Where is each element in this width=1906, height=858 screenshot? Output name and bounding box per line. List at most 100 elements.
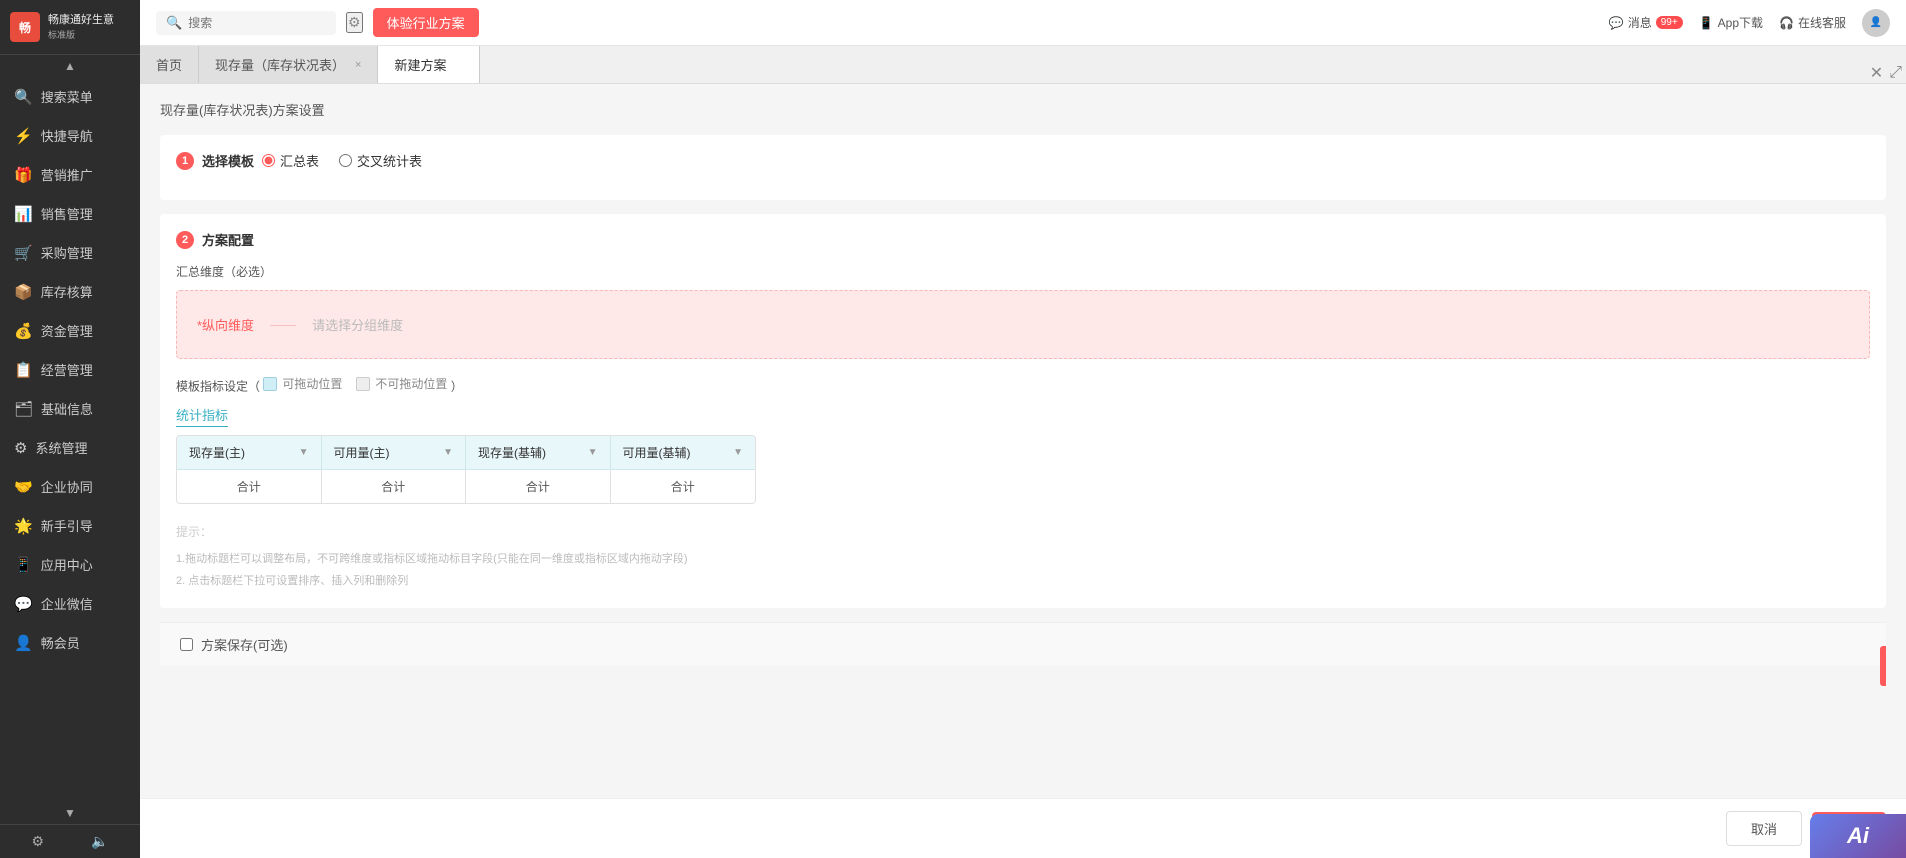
indicator-settings: 模板指标设定（ 可拖动位置 不可拖动位置 ） 统计指标 [176, 375, 1870, 592]
stats-cell-3: 合计 [611, 470, 756, 503]
sidebar-item-11[interactable]: 🌟 新手引导 [0, 506, 140, 545]
sidebar-item-13[interactable]: 💬企业微信 [0, 584, 140, 623]
sidebar-label-10: 企业协同 [41, 477, 93, 496]
sidebar-item-5[interactable]: 📦库存核算 [0, 272, 140, 311]
sidebar-item-7[interactable]: 📋经营管理 [0, 350, 140, 389]
tab-new-plan-close[interactable]: × [456, 59, 462, 71]
logo-name: 畅康通好生意 [48, 13, 114, 28]
chevron-down-icon-0[interactable]: ▼ [299, 447, 309, 458]
sidebar-label-1: 快捷导航 [41, 126, 93, 145]
chevron-down-icon-2[interactable]: ▼ [588, 447, 598, 458]
cancel-button[interactable]: 取消 [1726, 811, 1802, 846]
chevron-down-icon-1[interactable]: ▼ [443, 447, 453, 458]
stats-cell-1: 合计 [322, 470, 467, 503]
sidebar-item-6[interactable]: 💰资金管理 [0, 311, 140, 350]
chevron-down-icon-3[interactable]: ▼ [733, 447, 743, 458]
stats-col-2[interactable]: 现存量(基辅) ▼ [466, 436, 611, 469]
sidebar-icon-14: 👤 [14, 634, 33, 652]
ai-badge[interactable]: Ai [1810, 814, 1906, 858]
tab-home-label: 首页 [156, 55, 182, 74]
stats-col-1[interactable]: 可用量(主)▼ [322, 436, 467, 469]
sidebar-icon-11: 🌟 [14, 517, 33, 535]
tab-inventory[interactable]: 现存量（库存状况表） × [199, 46, 378, 83]
resize-handle[interactable] [1880, 646, 1886, 686]
main-area: 🔍 ⚙ 体验行业方案 💬 消息 99+ 📱 App下载 🎧 在线客服 👤 首页 [140, 0, 1906, 858]
dim-placeholder[interactable]: 请选择分组维度 [312, 315, 403, 334]
sidebar-icon-7: 📋 [14, 361, 33, 379]
sidebar-item-2[interactable]: 🎁营销推广 [0, 155, 140, 194]
sidebar-item-0[interactable]: 🔍搜索菜单 [0, 77, 140, 116]
radio-cross-input[interactable] [339, 154, 352, 167]
sidebar-item-9[interactable]: ⚙系统管理 [0, 428, 140, 467]
logo-edition: 标准版 [48, 28, 114, 41]
draggable-label: 可拖动位置 [282, 375, 342, 392]
tip-item-2: 2. 点击标题栏下拉可设置排序、插入列和删除列 [176, 570, 1870, 592]
sidebar-icon-2: 🎁 [14, 166, 33, 184]
ai-label: Ai [1847, 823, 1869, 849]
radio-summary[interactable]: 汇总表 [262, 151, 319, 170]
stats-col-3[interactable]: 可用量(基辅)▼ [611, 436, 756, 469]
window-expand-btn[interactable]: ⤢ [1889, 64, 1902, 82]
app-download-item[interactable]: 📱 App下载 [1699, 14, 1763, 31]
sidebar-icon-12: 📱 [14, 556, 33, 574]
stats-label: 统计指标 [176, 405, 228, 427]
online-service-label: 在线客服 [1798, 14, 1846, 31]
messages-item[interactable]: 💬 消息 99+ [1609, 14, 1683, 31]
sidebar-icon-4: 🛒 [14, 244, 33, 262]
stats-col-label-0: 现存量(主) [189, 444, 245, 461]
user-avatar[interactable]: 👤 [1862, 9, 1890, 37]
sidebar-icon-6: 💰 [14, 322, 33, 340]
search-bar[interactable]: 🔍 [156, 11, 336, 35]
sidebar-scroll-up[interactable]: ▲ [0, 55, 140, 77]
tab-inventory-close[interactable]: × [355, 59, 361, 71]
stats-col-0[interactable]: 现存量(主) ▼ [177, 436, 322, 469]
online-service-item[interactable]: 🎧 在线客服 [1779, 14, 1846, 31]
speaker-icon[interactable]: 🔈 [91, 833, 108, 850]
radio-summary-input[interactable] [262, 154, 275, 167]
dim-line: —— [270, 317, 296, 332]
step2-section: 2 方案配置 汇总维度（必选） *纵向维度 —— 请选择分组维度 模板指标设定（ [160, 214, 1886, 608]
dimension-box[interactable]: *纵向维度 —— 请选择分组维度 [176, 290, 1870, 359]
radio-summary-label: 汇总表 [280, 151, 319, 170]
window-close-btn[interactable]: ✕ [1870, 63, 1883, 83]
sidebar-item-8[interactable]: 🗂基础信息 [0, 389, 140, 428]
tab-new-plan[interactable]: 新建方案 × [378, 46, 479, 83]
stats-table: 现存量(主)▼可用量(主)▼现存量(基辅)▼可用量(基辅)▼ 合计合计合计合计 [176, 435, 756, 504]
sidebar-item-14[interactable]: 👤 畅会员 [0, 623, 140, 662]
content-area: 现存量(库存状况表)方案设置 1 选择模板 汇总表 交叉统计表 [140, 84, 1906, 798]
gear-icon[interactable]: ⚙ [346, 12, 363, 33]
sidebar-item-10[interactable]: 🤝企业协同 [0, 467, 140, 506]
app-download-label: App下载 [1718, 14, 1763, 31]
sidebar-scroll-area: 🔍搜索菜单 ⚡ 快捷导航 🎁营销推广📊销售管理🛒采购管理📦库存核算💰资金管理📋经营管理… [0, 77, 140, 802]
sidebar-label-13: 企业微信 [41, 594, 93, 613]
sidebar-label-14: 畅会员 [41, 633, 80, 652]
sidebar-scroll-down[interactable]: ▼ [0, 802, 140, 824]
sidebar-label-11: 新手引导 [41, 516, 93, 535]
radio-cross[interactable]: 交叉统计表 [339, 151, 422, 170]
messages-badge: 99+ [1656, 16, 1683, 29]
sidebar-icon-1: ⚡ [14, 127, 33, 145]
sidebar-item-12[interactable]: 📱应用中心 [0, 545, 140, 584]
tips-title: 提示： [176, 520, 1870, 544]
non-draggable-label: 不可拖动位置 [375, 375, 447, 392]
dim-label: *纵向维度 [197, 315, 254, 334]
stats-section: 统计指标 现存量(主)▼可用量(主)▼现存量(基辅)▼可用量(基辅)▼ 合计合计… [176, 405, 1870, 504]
draggable-box-icon [263, 377, 277, 391]
industry-btn[interactable]: 体验行业方案 [373, 8, 479, 37]
sidebar-item-4[interactable]: 🛒采购管理 [0, 233, 140, 272]
sidebar-label-8: 基础信息 [41, 399, 93, 418]
footer: 取消 查询 [140, 798, 1906, 858]
tab-home[interactable]: 首页 [140, 46, 199, 83]
step2-title: 方案配置 [202, 230, 254, 249]
sidebar-logo: 畅 畅康通好生意 标准版 [0, 0, 140, 55]
non-draggable-box-icon [356, 377, 370, 391]
stats-col-label-2: 现存量(基辅) [478, 444, 546, 461]
step1-section: 1 选择模板 汇总表 交叉统计表 [160, 135, 1886, 200]
sidebar-item-3[interactable]: 📊销售管理 [0, 194, 140, 233]
settings-icon[interactable]: ⚙ [32, 833, 45, 850]
sidebar-label-3: 销售管理 [41, 204, 93, 223]
topbar-right: 💬 消息 99+ 📱 App下载 🎧 在线客服 👤 [1609, 9, 1890, 37]
save-checkbox[interactable] [180, 638, 193, 651]
sidebar-item-1[interactable]: ⚡ 快捷导航 [0, 116, 140, 155]
search-input[interactable] [188, 16, 308, 30]
